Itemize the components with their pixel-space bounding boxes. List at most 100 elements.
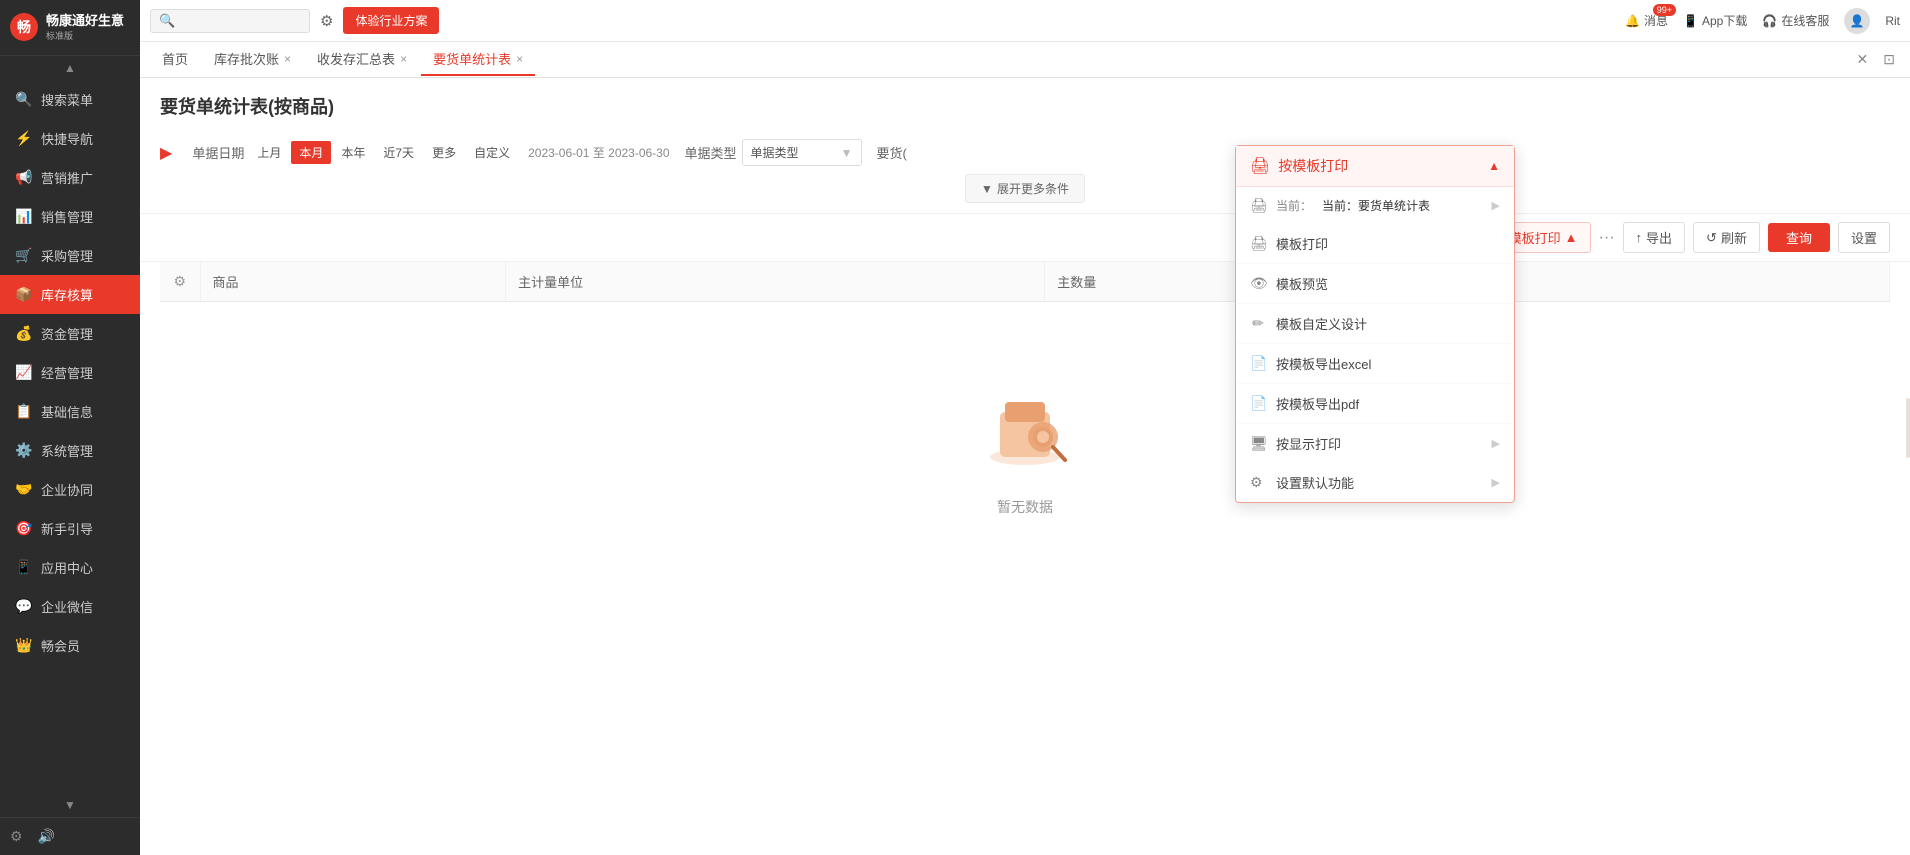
table-col-unit: 主计量单位: [506, 262, 1045, 302]
tab-maximize-icon[interactable]: ⊡: [1878, 49, 1900, 70]
dropdown-close-arrow[interactable]: ▲: [1488, 159, 1500, 173]
tab-collection-summary[interactable]: 收发存汇总表 ×: [305, 43, 419, 76]
user-avatar[interactable]: 👤: [1844, 8, 1870, 34]
bell-icon: 🔔: [1625, 14, 1640, 28]
display-print-arrow: ▶: [1492, 437, 1500, 450]
enterprise-icon: 🤝: [15, 480, 33, 498]
current-item-arrow: ▶: [1492, 199, 1500, 212]
expand-btn-label: 展开更多条件: [997, 180, 1069, 197]
sound-bottom-icon[interactable]: 🔊: [38, 828, 55, 845]
collection-summary-tab-close[interactable]: ×: [400, 53, 407, 65]
inventory-batch-tab-label: 库存批次账: [214, 49, 279, 68]
sidebar-item-guide[interactable]: 🎯 新手引导: [0, 509, 140, 548]
sidebar-item-marketing[interactable]: 📢 营销推广: [0, 158, 140, 197]
sidebar-item-finance[interactable]: 💰 资金管理: [0, 314, 140, 353]
tab-close-window-icon[interactable]: ✕: [1852, 49, 1874, 70]
settings-bottom-icon[interactable]: ⚙: [10, 828, 23, 845]
gear-icon[interactable]: ⚙: [320, 12, 333, 30]
sales-icon: 📊: [15, 207, 33, 225]
username-label[interactable]: Rit: [1885, 14, 1900, 28]
online-service-label: 在线客服: [1781, 12, 1829, 29]
date-tab-current-month[interactable]: 本月: [291, 141, 331, 164]
sidebar-item-inventory[interactable]: 📦 库存核算: [0, 275, 140, 314]
app-logo-text: 畅康通好生意 标准版: [46, 12, 124, 43]
dropdown-display-print[interactable]: 🖥 按显示打印 ▶: [1236, 424, 1514, 463]
dropdown-header[interactable]: 🖨 按模板打印 ▲: [1236, 146, 1514, 187]
tab-home[interactable]: 首页: [150, 43, 200, 76]
order-stats-tab-label: 要货单统计表: [433, 49, 511, 68]
sidebar-item-operations[interactable]: 📈 经营管理: [0, 353, 140, 392]
toolbar-more-icon[interactable]: ···: [1599, 229, 1615, 247]
sidebar-item-quick-nav[interactable]: ⚡ 快捷导航: [0, 119, 140, 158]
dropdown-item-template-print[interactable]: 🖨 模板打印: [1236, 224, 1514, 264]
toolbar-right: 🖨 按模板打印 ▲ ··· ↑ 导出 ↺ 刷新 查询 设置: [1462, 222, 1890, 253]
search-nav-icon: 🔍: [15, 90, 33, 108]
sidebar-item-search[interactable]: 🔍 搜索菜单: [0, 80, 140, 119]
order-stats-tab-close[interactable]: ×: [516, 53, 523, 65]
inventory-batch-tab-close[interactable]: ×: [284, 53, 291, 65]
expand-down-icon: ▼: [981, 182, 993, 196]
apps-icon: 📱: [15, 558, 33, 576]
refresh-button[interactable]: ↺ 刷新: [1693, 222, 1760, 253]
display-print-icon: 🖥: [1250, 435, 1266, 452]
sidebar-item-basic[interactable]: 📋 基础信息: [0, 392, 140, 431]
current-item-icon: 🖨: [1250, 197, 1266, 214]
dropdown-item-export-pdf[interactable]: 📄 按模板导出pdf: [1236, 384, 1514, 424]
sidebar-item-wechat[interactable]: 💬 企业微信: [0, 587, 140, 626]
table-container: ⚙ 商品 主计量单位 主数量 零售金额: [140, 262, 1910, 855]
sidebar-item-member[interactable]: 👑 畅会员: [0, 626, 140, 665]
date-tabs: 上月 本月 本年 近7天 更多 自定义: [249, 141, 518, 164]
system-icon: ⚙️: [15, 441, 33, 459]
export-button[interactable]: ↑ 导出: [1623, 222, 1686, 253]
dropdown-item-template-preview[interactable]: 👁 模板预览: [1236, 264, 1514, 304]
notifications-button[interactable]: 🔔 消息 99+: [1625, 12, 1668, 29]
dropdown-item-export-excel[interactable]: 📄 按模板导出excel: [1236, 344, 1514, 384]
template-print-label: 模板打印: [1276, 234, 1500, 253]
sidebar-item-enterprise[interactable]: 🤝 企业协同: [0, 470, 140, 509]
expand-more-btn[interactable]: ▼ 展开更多条件: [965, 174, 1085, 203]
industry-solution-button[interactable]: 体验行业方案: [343, 7, 439, 34]
table-col-settings[interactable]: ⚙: [160, 262, 200, 302]
dropdown-header-left: 🖨 按模板打印: [1250, 156, 1348, 176]
template-preview-label: 模板预览: [1276, 274, 1500, 293]
settings-button[interactable]: 设置: [1838, 222, 1890, 253]
column-settings-icon[interactable]: ⚙: [173, 273, 186, 289]
phone-icon: 📱: [1683, 14, 1698, 28]
data-table: ⚙ 商品 主计量单位 主数量 零售金额: [160, 262, 1890, 302]
sidebar-item-sales[interactable]: 📊 销售管理: [0, 197, 140, 236]
topbar-actions: 🔔 消息 99+ 📱 App下载 🎧 在线客服 👤 Rit: [1625, 8, 1900, 34]
dropdown-display-sub-left: 🖥 按显示打印: [1250, 434, 1341, 453]
date-tab-current-year[interactable]: 本年: [333, 141, 373, 164]
sidebar-item-apps[interactable]: 📱 应用中心: [0, 548, 140, 587]
date-tab-custom[interactable]: 自定义: [466, 141, 518, 164]
sidebar-scroll-down[interactable]: ▼: [0, 793, 140, 817]
empty-text: 暂无数据: [997, 497, 1053, 517]
notifications-badge: 99+: [1653, 4, 1676, 16]
app-download-button[interactable]: 📱 App下载: [1683, 12, 1747, 29]
tab-order-stats[interactable]: 要货单统计表 ×: [421, 43, 535, 76]
sidebar-item-label: 基础信息: [41, 402, 93, 421]
query-button[interactable]: 查询: [1768, 223, 1830, 252]
order-type-select[interactable]: 单据类型 ▼: [742, 139, 862, 166]
order-type-value: 单据类型: [751, 144, 799, 161]
online-service-button[interactable]: 🎧 在线客服: [1762, 12, 1829, 29]
dropdown-item-template-custom[interactable]: ✏ 模板自定义设计: [1236, 304, 1514, 344]
filter-expand-arrow[interactable]: ▶: [160, 143, 172, 163]
dropdown-set-default[interactable]: ⚙ 设置默认功能 ▶: [1236, 463, 1514, 502]
sidebar-item-purchase[interactable]: 🛒 采购管理: [0, 236, 140, 275]
inventory-icon: 📦: [15, 285, 33, 303]
date-tab-last-month[interactable]: 上月: [249, 141, 289, 164]
tab-inventory-batch[interactable]: 库存批次账 ×: [202, 43, 303, 76]
purchase-icon: 🛒: [15, 246, 33, 264]
dropdown-current-item[interactable]: 🖨 当前： 当前：要货单统计表 ▶: [1236, 187, 1514, 224]
refresh-icon: ↺: [1706, 230, 1717, 246]
topbar-search-box[interactable]: 🔍: [150, 9, 310, 33]
sidebar-item-label: 库存核算: [41, 285, 93, 304]
order-type-chevron: ▼: [841, 146, 853, 160]
basic-icon: 📋: [15, 402, 33, 420]
search-input[interactable]: [180, 14, 290, 28]
sidebar-item-system[interactable]: ⚙️ 系统管理: [0, 431, 140, 470]
date-tab-last-7days[interactable]: 近7天: [375, 141, 422, 164]
sidebar-scroll-up[interactable]: ▲: [0, 56, 140, 80]
date-tab-more[interactable]: 更多: [424, 141, 464, 164]
